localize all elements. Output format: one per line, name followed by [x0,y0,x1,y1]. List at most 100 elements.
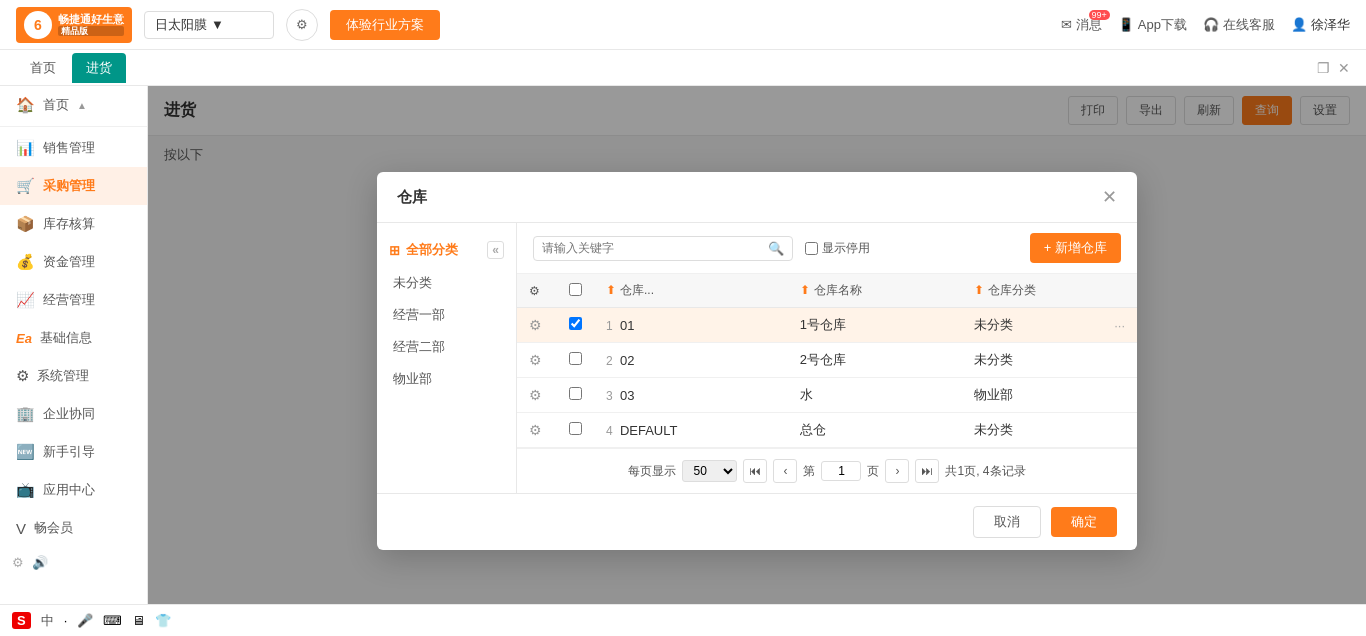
table-row[interactable]: ⚙ 1 01 1号仓库 未分类 ··· [517,308,1137,343]
row-name: 总仓 [788,413,963,448]
category-all-label: 全部分类 [406,241,458,259]
sidebar-item-home[interactable]: 🏠 首页 ▲ [0,86,147,124]
page-prev-button[interactable]: ‹ [773,459,797,483]
settings-bottom-icon[interactable]: ⚙ [12,555,24,570]
show-disabled-input[interactable] [805,242,818,255]
statusbar: S 中 · 🎤 ⌨ 🖥 👕 [0,604,1366,636]
chevron-down-icon: ▼ [211,17,224,32]
row-category: 物业部 [962,378,1137,412]
modal-close-button[interactable]: ✕ [1102,186,1117,208]
page-input[interactable] [821,461,861,481]
row-checkbox[interactable] [569,422,582,435]
user-name: 徐泽华 [1311,16,1350,34]
table-header-category: ⬆仓库分类 [962,274,1137,308]
page-label: 第 [803,463,815,480]
confirm-button[interactable]: 确定 [1051,507,1117,537]
search-input[interactable] [542,241,762,255]
table-row[interactable]: ⚙ 4 DEFAULT 总仓 未分类 [517,413,1137,448]
row-gear-cell: ⚙ [517,413,557,448]
row-gear-cell: ⚙ [517,308,557,343]
gear-header-icon[interactable]: ⚙ [529,284,540,298]
category-item-property[interactable]: 物业部 [377,363,516,395]
show-disabled-checkbox[interactable]: 显示停用 [805,240,870,257]
row-checkbox-cell [557,343,594,378]
row-gear-icon[interactable]: ⚙ [529,317,542,333]
app-download-button[interactable]: 📱 App下载 [1118,16,1187,34]
category-all[interactable]: ⊞ 全部分类 « [377,233,516,267]
operations-icon: 📈 [16,291,35,309]
sidebar-item-purchase[interactable]: 🛒 采购管理 [0,167,147,205]
sidebar-item-sales[interactable]: 📊 销售管理 [0,129,147,167]
sidebar-item-operations[interactable]: 📈 经营管理 [0,281,147,319]
sidebar-item-system[interactable]: ⚙ 系统管理 [0,357,147,395]
sidebar-item-guide[interactable]: 🆕 新手引导 [0,433,147,471]
category-item-uncategorized[interactable]: 未分类 [377,267,516,299]
row-gear-icon[interactable]: ⚙ [529,422,542,438]
nav-tabs: 首页 进货 ❐ ✕ [0,50,1366,86]
tab-home[interactable]: 首页 [16,53,70,83]
row-checkbox[interactable] [569,352,582,365]
table-row[interactable]: ⚙ 3 03 水 物业部 [517,378,1137,413]
sidebar-label-guide: 新手引导 [43,443,95,461]
tab-purchase[interactable]: 进货 [72,53,126,83]
basic-icon: Ea [16,331,32,346]
row-name: 2号仓库 [788,343,963,378]
sort-icon-category: ⬆ [974,283,984,297]
category-item-dept1[interactable]: 经营一部 [377,299,516,331]
sidebar-label-operations: 经营管理 [43,291,95,309]
add-warehouse-button[interactable]: + 新增仓库 [1030,233,1121,263]
row-gear-icon[interactable]: ⚙ [529,352,542,368]
table-row[interactable]: ⚙ 2 02 2号仓库 未分类 [517,343,1137,378]
page-total: 共1页, 4条记录 [945,463,1025,480]
per-page-select[interactable]: 50 10 20 100 [682,460,737,482]
sidebar-item-enterprise[interactable]: 🏢 企业协同 [0,395,147,433]
sidebar-item-finance[interactable]: 💰 资金管理 [0,243,147,281]
message-icon: ✉ [1061,17,1072,32]
category-collapse-button[interactable]: « [487,241,504,259]
table-header-checkbox [557,274,594,308]
page-first-button[interactable]: ⏮ [743,459,767,483]
table-header-code: ⬆仓库... [594,274,788,308]
modal-overlay: 仓库 ✕ ⊞ 全部分类 « 未分类 经营一部 经营二部 [148,86,1366,636]
category-item-dept2[interactable]: 经营二部 [377,331,516,363]
speaker-icon[interactable]: 🔊 [32,555,48,570]
message-button[interactable]: ✉ 99+ 消息 [1061,16,1102,34]
row-more-icon[interactable]: ··· [1114,318,1125,333]
row-checkbox-cell [557,378,594,413]
window-close-icon[interactable]: ✕ [1338,60,1350,76]
row-checkbox[interactable] [569,387,582,400]
page-next-button[interactable]: › [885,459,909,483]
window-restore-icon[interactable]: ❐ [1317,60,1330,76]
row-checkbox[interactable] [569,317,582,330]
warehouse-modal: 仓库 ✕ ⊞ 全部分类 « 未分类 经营一部 经营二部 [377,172,1137,550]
modal-toolbar: 🔍 显示停用 + 新增仓库 [517,223,1137,274]
row-num: 1 01 [594,308,788,343]
sidebar-label-enterprise: 企业协同 [43,405,95,423]
sidebar-item-basic[interactable]: Ea 基础信息 [0,319,147,357]
sidebar-item-inventory[interactable]: 📦 库存核算 [0,205,147,243]
user-menu[interactable]: 👤 徐泽华 [1291,16,1350,34]
finance-icon: 💰 [16,253,35,271]
sidebar-label-purchase: 采购管理 [43,177,95,195]
sidebar-item-member[interactable]: V 畅会员 [0,509,147,547]
sidebar-item-app[interactable]: 📺 应用中心 [0,471,147,509]
service-button[interactable]: 🎧 在线客服 [1203,16,1275,34]
sidebar-label-home: 首页 [43,96,69,114]
main-layout: 🏠 首页 ▲ 📊 销售管理 🛒 采购管理 📦 库存核算 💰 资金管理 📈 经营管… [0,86,1366,636]
select-all-checkbox[interactable] [569,283,582,296]
logo-title: 畅捷通好生意 [58,13,124,26]
store-selector[interactable]: 日太阳膜 ▼ [144,11,274,39]
search-box[interactable]: 🔍 [533,236,793,261]
purchase-icon: 🛒 [16,177,35,195]
store-name: 日太阳膜 [155,16,207,34]
category-sidebar: ⊞ 全部分类 « 未分类 经营一部 经营二部 物业部 [377,223,517,493]
cancel-button[interactable]: 取消 [973,506,1041,538]
page-last-button[interactable]: ⏭ [915,459,939,483]
logo-text: 畅捷通好生意 精品版 [58,13,124,37]
sort-icon: ⬆ [606,283,616,297]
sidebar-collapse-home: ▲ [77,100,87,111]
row-gear-icon[interactable]: ⚙ [529,387,542,403]
status-dot: · [64,613,68,628]
gear-button[interactable]: ⚙ [286,9,318,41]
trial-button[interactable]: 体验行业方案 [330,10,440,40]
